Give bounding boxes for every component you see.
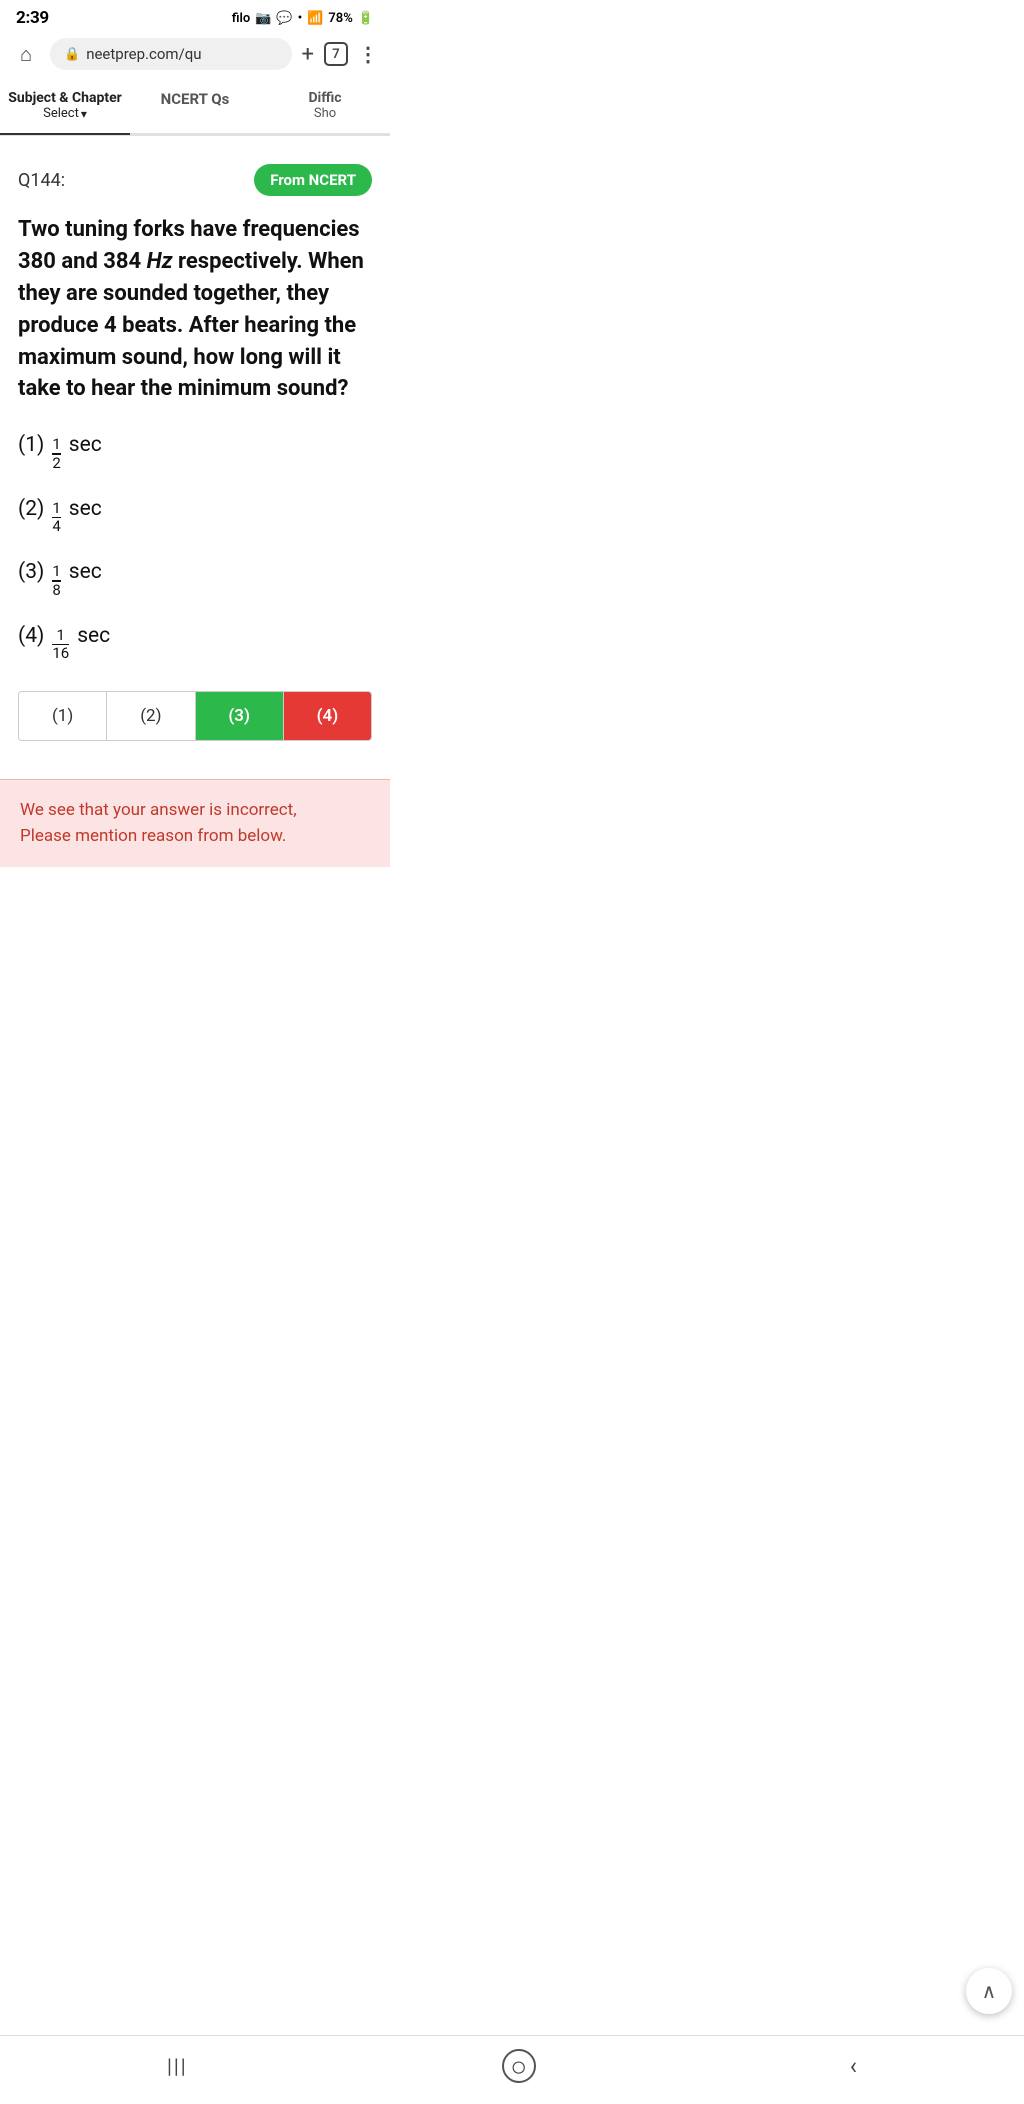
answer-cell-4[interactable]: (4) bbox=[284, 692, 371, 740]
option-4[interactable]: (4) 1 16 sec bbox=[18, 624, 372, 664]
option-2[interactable]: (2) 1 4 sec bbox=[18, 497, 372, 537]
ncert-badge: From NCERT bbox=[254, 164, 372, 196]
status-icons: filo 📷 💬 • 📶 78% 🔋 bbox=[232, 11, 374, 26]
fraction-2-num: 1 bbox=[52, 501, 60, 516]
fraction-1: 1 2 bbox=[52, 437, 60, 471]
tab-subject-chapter-title: Subject & Chapter bbox=[8, 90, 122, 106]
fraction-2: 1 4 bbox=[52, 501, 60, 535]
fraction-2-den: 4 bbox=[52, 519, 60, 534]
tab-difficulty[interactable]: Diffic Sho bbox=[260, 78, 390, 133]
fraction-3-den: 8 bbox=[52, 583, 60, 598]
url-text: neetprep.com/qu bbox=[86, 45, 201, 63]
tab-ncert-qs[interactable]: NCERT Qs bbox=[130, 78, 260, 133]
fraction-3-num: 1 bbox=[52, 564, 60, 579]
feedback-subtitle: Please mention reason from below. bbox=[20, 824, 370, 850]
bottom-nav: ||| ○ ‹ bbox=[0, 2035, 1024, 2104]
question-text: Two tuning forks have frequencies 380 an… bbox=[18, 214, 372, 405]
more-options-button[interactable]: ⋮ bbox=[358, 44, 378, 64]
battery-icon: 🔋 bbox=[358, 11, 374, 26]
option-3-label: (3) bbox=[18, 560, 44, 584]
browser-bar: ⌂ 🔒 neetprep.com/qu + 7 ⋮ bbox=[0, 32, 390, 78]
time-display: 2:39 bbox=[16, 8, 49, 28]
answer-cell-2[interactable]: (2) bbox=[107, 692, 195, 740]
fraction-4-den: 16 bbox=[52, 646, 69, 661]
add-tab-icon[interactable]: + bbox=[302, 42, 314, 67]
answer-cell-1[interactable]: (1) bbox=[19, 692, 107, 740]
back-button[interactable]: ‹ bbox=[830, 2048, 877, 2084]
nav-tabs: Subject & Chapter Select ▾ NCERT Qs Diff… bbox=[0, 78, 390, 135]
menu-button[interactable]: ||| bbox=[147, 2050, 208, 2082]
tab-subject-chapter[interactable]: Subject & Chapter Select ▾ bbox=[0, 78, 130, 133]
content-area: Q144: From NCERT Two tuning forks have f… bbox=[0, 144, 390, 779]
chevron-up-icon: ∧ bbox=[982, 1979, 997, 2003]
option-1-label: (1) bbox=[18, 433, 44, 457]
home-button[interactable]: ⌂ bbox=[12, 40, 40, 68]
fraction-1-num: 1 bbox=[52, 437, 60, 452]
fraction-1-den: 2 bbox=[52, 456, 60, 471]
option-3[interactable]: (3) 1 8 sec bbox=[18, 560, 372, 600]
scroll-up-button[interactable]: ∧ bbox=[966, 1968, 1012, 2014]
status-bar: 2:39 filo 📷 💬 • 📶 78% 🔋 bbox=[0, 0, 390, 32]
nav-divider bbox=[0, 135, 390, 136]
question-header: Q144: From NCERT bbox=[18, 164, 372, 196]
browser-actions: + 7 ⋮ bbox=[302, 42, 378, 67]
lock-icon: 🔒 bbox=[64, 47, 80, 62]
url-bar[interactable]: 🔒 neetprep.com/qu bbox=[50, 38, 292, 70]
chevron-down-icon: ▾ bbox=[81, 107, 87, 121]
network-icon: 📶 bbox=[307, 11, 323, 26]
option-4-label: (4) bbox=[18, 624, 44, 648]
home-nav-button[interactable]: ○ bbox=[502, 2049, 536, 2083]
tab-difficulty-subtitle: Sho bbox=[268, 106, 382, 121]
question-number: Q144: bbox=[18, 170, 65, 191]
option-3-unit: sec bbox=[69, 560, 102, 584]
chat-icon: 💬 bbox=[276, 11, 292, 26]
tab-count[interactable]: 7 bbox=[324, 42, 348, 66]
options-list: (1) 1 2 sec (2) 1 4 sec (3) 1 8 s bbox=[18, 433, 372, 663]
fraction-4-num: 1 bbox=[57, 628, 65, 643]
filo-icon: filo bbox=[232, 11, 251, 26]
tab-difficulty-title: Diffic bbox=[268, 90, 382, 106]
fraction-3: 1 8 bbox=[52, 564, 60, 598]
option-2-label: (2) bbox=[18, 497, 44, 521]
option-1-unit: sec bbox=[69, 433, 102, 457]
option-4-unit: sec bbox=[77, 624, 110, 648]
fraction-4: 1 16 bbox=[52, 628, 69, 662]
option-1[interactable]: (1) 1 2 sec bbox=[18, 433, 372, 473]
tab-subject-chapter-subtitle: Select ▾ bbox=[8, 106, 122, 121]
feedback-banner: We see that your answer is incorrect, Pl… bbox=[0, 779, 390, 867]
feedback-title: We see that your answer is incorrect, bbox=[20, 798, 370, 824]
camera-icon: 📷 bbox=[255, 11, 271, 26]
battery-indicator: 78% bbox=[328, 11, 352, 26]
answer-cell-3[interactable]: (3) bbox=[196, 692, 284, 740]
dot-indicator: • bbox=[298, 11, 303, 26]
tab-ncert-label: NCERT Qs bbox=[161, 90, 230, 108]
answer-row: (1) (2) (3) (4) bbox=[18, 691, 372, 741]
option-2-unit: sec bbox=[69, 497, 102, 521]
